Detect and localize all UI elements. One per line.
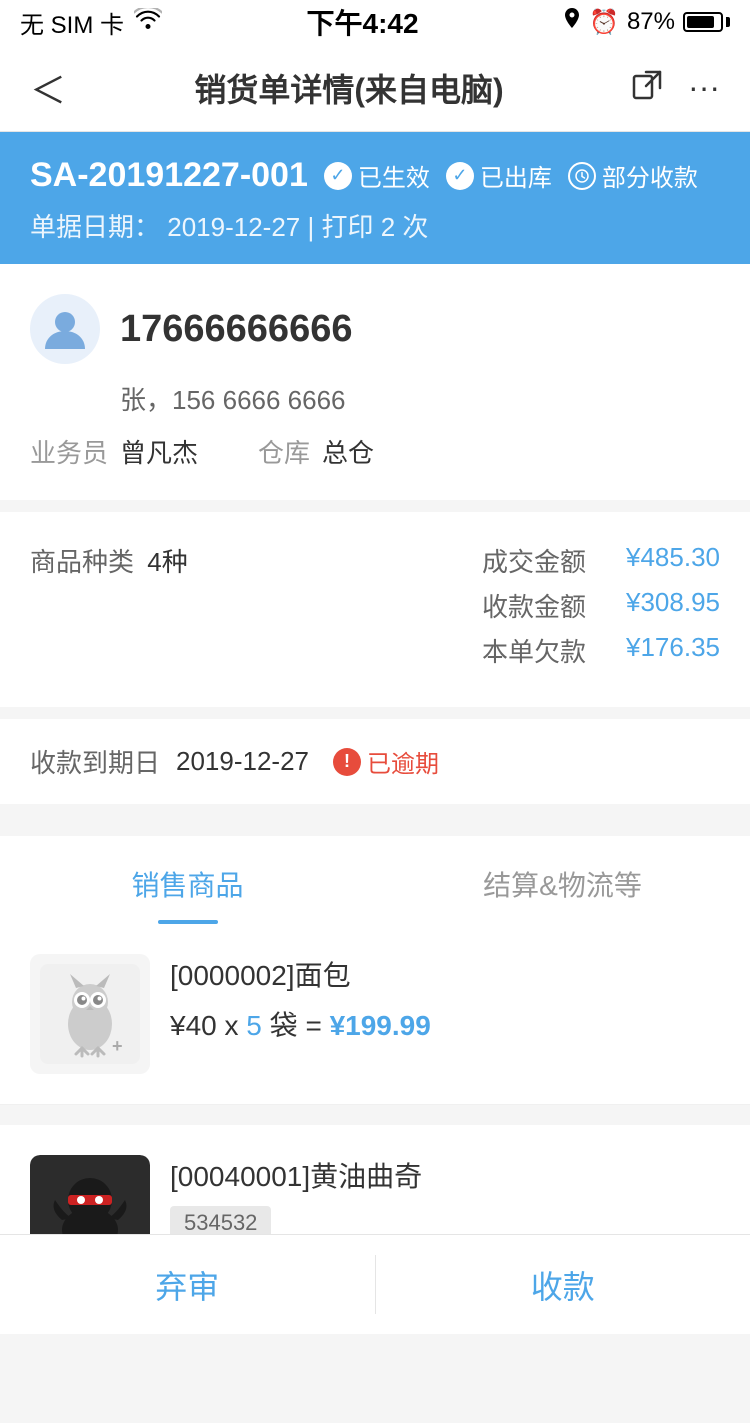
- payment-button[interactable]: 收款: [376, 1235, 750, 1334]
- salesperson-value: 曾凡杰: [120, 433, 198, 470]
- cancel-audit-button[interactable]: 弃审: [0, 1235, 375, 1334]
- product-name-2: [00040001]黄油曲奇: [170, 1155, 720, 1195]
- warehouse-value: 总仓: [322, 433, 374, 470]
- overdue-badge: ! 已逾期: [333, 744, 439, 779]
- check-icon-2: ✓: [446, 162, 474, 190]
- product-thumbnail-1: +: [30, 954, 150, 1074]
- owed-amount-value: ¥176.35: [626, 632, 720, 669]
- product-name-1: [0000002]面包: [170, 954, 720, 994]
- product-info-1: [0000002]面包 ¥40 x 5 袋 = ¥199.99: [170, 954, 720, 1044]
- product-price-1: ¥40 x 5 袋 = ¥199.99: [170, 1004, 720, 1044]
- status-left: 无 SIM 卡: [20, 5, 162, 40]
- owed-amount-label: 本单欠款: [482, 632, 586, 669]
- check-icon-1: ✓: [324, 162, 352, 190]
- tab-active-indicator: [158, 920, 218, 924]
- deal-amount-row: 成交金额 ¥485.30: [482, 542, 720, 579]
- tabs-section: 销售商品 结算&物流等: [0, 836, 750, 924]
- summary-left: 商品种类 4种: [30, 542, 188, 579]
- customer-phone: 17666666666: [120, 308, 352, 351]
- bottom-spacer: [0, 1323, 750, 1423]
- deal-amount-label: 成交金额: [482, 542, 586, 579]
- status-bar: 无 SIM 卡 下午4:42 ⏰ 87%: [0, 0, 750, 44]
- customer-section: 17666666666 张，156 6666 6666 业务员 曾凡杰 仓库 总…: [0, 264, 750, 500]
- tabs-row: 销售商品 结算&物流等: [0, 836, 750, 924]
- salesperson-item: 业务员 曾凡杰: [30, 433, 198, 470]
- received-amount-value: ¥308.95: [626, 587, 720, 624]
- back-button[interactable]: ＜: [30, 62, 66, 114]
- status-tags: ✓ 已生效 ✓ 已出库 部分收款: [324, 158, 698, 193]
- due-date-value: 2019-12-27: [176, 746, 309, 777]
- more-icon[interactable]: ···: [688, 69, 720, 106]
- received-amount-row: 收款金额 ¥308.95: [482, 587, 720, 624]
- share-icon[interactable]: [632, 68, 664, 108]
- tag-partial-payment: 部分收款: [568, 158, 698, 193]
- section-separator: [0, 816, 750, 836]
- deal-amount-value: ¥485.30: [626, 542, 720, 579]
- clock-icon: [568, 162, 596, 190]
- item-types-count: 4种: [147, 547, 187, 577]
- status-right: ⏰ 87%: [563, 8, 730, 37]
- product-separator: [0, 1105, 750, 1125]
- summary-right: 成交金额 ¥485.30 收款金额 ¥308.95 本单欠款 ¥176.35: [482, 542, 720, 677]
- bottom-bar: 弃审 收款: [0, 1234, 750, 1334]
- product-total-1: ¥199.99: [330, 1010, 431, 1041]
- nav-bar: ＜ 销货单详情(来自电脑) ···: [0, 44, 750, 132]
- carrier-label: 无 SIM 卡: [20, 5, 124, 40]
- overdue-icon: !: [333, 748, 361, 776]
- order-banner: SA-20191227-001 ✓ 已生效 ✓ 已出库 部分收款: [0, 132, 750, 264]
- customer-header: 17666666666: [30, 294, 720, 364]
- product-item: + [0000002]面包 ¥40 x 5 袋 = ¥199.99: [0, 924, 750, 1105]
- tag-effective: ✓ 已生效: [324, 158, 430, 193]
- tag-shipped: ✓ 已出库: [446, 158, 552, 193]
- battery-icon: [683, 12, 730, 32]
- due-label: 收款到期日: [30, 743, 160, 780]
- warehouse-label: 仓库: [258, 433, 310, 470]
- item-types-label: 商品种类: [30, 547, 134, 577]
- battery-label: 87%: [627, 8, 675, 36]
- due-section: 收款到期日 2019-12-27 ! 已逾期: [0, 719, 750, 804]
- wifi-icon: [134, 8, 162, 37]
- customer-meta: 业务员 曾凡杰 仓库 总仓: [30, 433, 720, 470]
- nav-actions: ···: [632, 68, 720, 108]
- svg-text:+: +: [112, 1036, 123, 1056]
- customer-contact: 张，156 6666 6666: [120, 380, 720, 417]
- warehouse-item: 仓库 总仓: [258, 433, 374, 470]
- owed-amount-row: 本单欠款 ¥176.35: [482, 632, 720, 669]
- overdue-label: 已逾期: [367, 744, 439, 779]
- tab-settlement-logistics[interactable]: 结算&物流等: [375, 836, 750, 924]
- order-id: SA-20191227-001: [30, 156, 308, 195]
- tab-sales-products[interactable]: 销售商品: [0, 836, 375, 924]
- page-title: 销货单详情(来自电脑): [194, 65, 503, 111]
- salesperson-label: 业务员: [30, 433, 108, 470]
- product-qty-1: 5: [246, 1010, 262, 1041]
- customer-avatar: [30, 294, 100, 364]
- summary-section: 商品种类 4种 成交金额 ¥485.30 收款金额 ¥308.95 本单欠款 ¥…: [0, 512, 750, 707]
- banner-date: 单据日期： 2019-12-27 | 打印 2 次: [30, 207, 720, 244]
- location-icon: [563, 8, 581, 37]
- alarm-icon: ⏰: [589, 8, 619, 37]
- status-time: 下午4:42: [307, 2, 419, 42]
- received-amount-label: 收款金额: [482, 587, 586, 624]
